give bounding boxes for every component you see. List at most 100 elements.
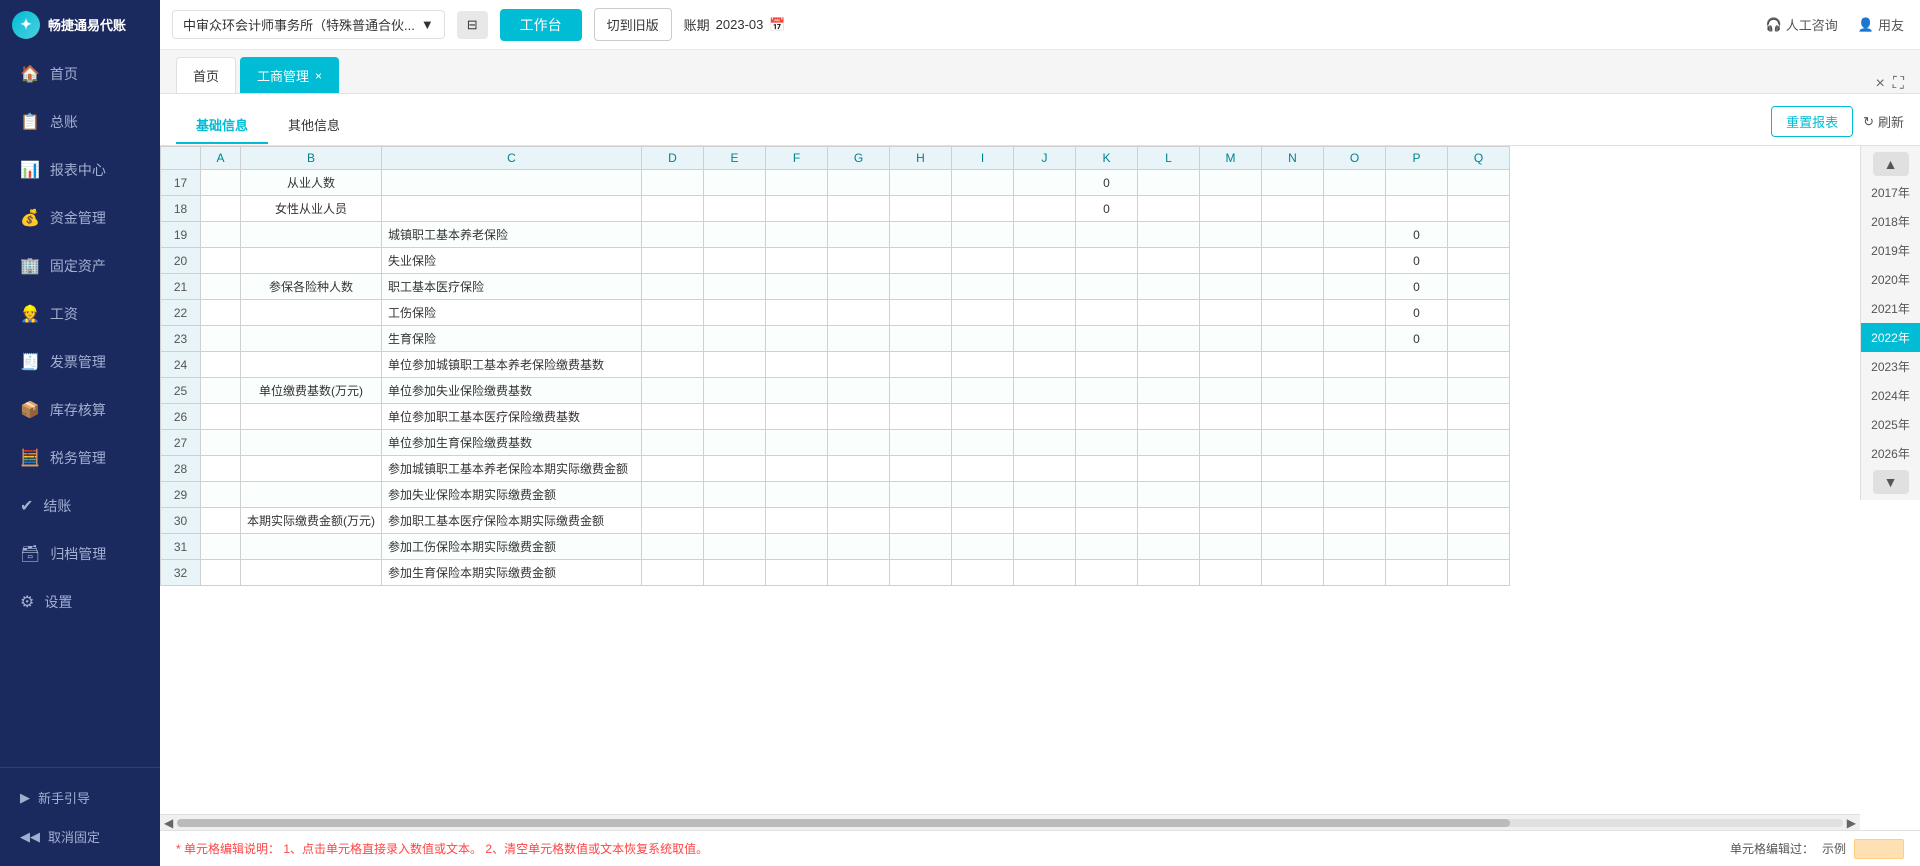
cell-27-k[interactable] (1076, 430, 1138, 456)
sidebar-item-tax[interactable]: 🧮 税务管理 (0, 434, 160, 482)
cell-29-b[interactable] (241, 482, 382, 508)
cell-24-m[interactable] (1200, 352, 1262, 378)
cell-31-e[interactable] (704, 534, 766, 560)
cell-20-b[interactable] (241, 248, 382, 274)
cell-27-h[interactable] (890, 430, 952, 456)
cell-31-l[interactable] (1138, 534, 1200, 560)
tab-home[interactable]: 首页 (176, 57, 236, 93)
cell-32-j[interactable] (1014, 560, 1076, 586)
cell-19-c[interactable]: 城镇职工基本养老保险 (382, 222, 642, 248)
cell-32-f[interactable] (766, 560, 828, 586)
year-item-2023[interactable]: 2023年 (1861, 352, 1920, 381)
sidebar-item-home[interactable]: 🏠 首页 (0, 50, 160, 98)
cell-22-d[interactable] (642, 300, 704, 326)
cell-26-f[interactable] (766, 404, 828, 430)
cell-21-e[interactable] (704, 274, 766, 300)
cell-30-b[interactable]: 本期实际缴费金额(万元) (241, 508, 382, 534)
cell-23-m[interactable] (1200, 326, 1262, 352)
cell-18-h[interactable] (890, 196, 952, 222)
cell-20-g[interactable] (828, 248, 890, 274)
cell-18-l[interactable] (1138, 196, 1200, 222)
cell-23-c[interactable]: 生育保险 (382, 326, 642, 352)
cell-23-b[interactable] (241, 326, 382, 352)
cell-32-n[interactable] (1262, 560, 1324, 586)
cell-19-b[interactable] (241, 222, 382, 248)
cell-22-b[interactable] (241, 300, 382, 326)
cell-27-d[interactable] (642, 430, 704, 456)
year-nav-up[interactable]: ▲ (1873, 152, 1909, 176)
cell-29-c[interactable]: 参加失业保险本期实际缴费金额 (382, 482, 642, 508)
new-guide-item[interactable]: ▶ 新手引导 (0, 778, 160, 817)
cell-31-q[interactable] (1448, 534, 1510, 560)
cell-21-f[interactable] (766, 274, 828, 300)
cell-18-f[interactable] (766, 196, 828, 222)
cell-19-g[interactable] (828, 222, 890, 248)
cell-25-q[interactable] (1448, 378, 1510, 404)
cell-19-a[interactable] (201, 222, 241, 248)
cell-23-e[interactable] (704, 326, 766, 352)
cell-30-a[interactable] (201, 508, 241, 534)
sub-tab-other[interactable]: 其他信息 (268, 107, 360, 144)
cell-31-b[interactable] (241, 534, 382, 560)
cell-17-i[interactable] (952, 170, 1014, 196)
cell-28-e[interactable] (704, 456, 766, 482)
cell-26-j[interactable] (1014, 404, 1076, 430)
cell-29-f[interactable] (766, 482, 828, 508)
cell-25-b[interactable]: 单位缴费基数(万元) (241, 378, 382, 404)
cell-26-d[interactable] (642, 404, 704, 430)
cell-19-n[interactable] (1262, 222, 1324, 248)
cell-27-f[interactable] (766, 430, 828, 456)
cell-20-m[interactable] (1200, 248, 1262, 274)
reset-report-button[interactable]: 重置报表 (1771, 106, 1853, 137)
cell-30-n[interactable] (1262, 508, 1324, 534)
sidebar-item-invoice[interactable]: 🧾 发票管理 (0, 338, 160, 386)
cell-30-l[interactable] (1138, 508, 1200, 534)
cell-29-h[interactable] (890, 482, 952, 508)
cell-17-g[interactable] (828, 170, 890, 196)
cell-30-d[interactable] (642, 508, 704, 534)
cell-18-o[interactable] (1324, 196, 1386, 222)
cell-18-b[interactable]: 女性从业人员 (241, 196, 382, 222)
cell-27-p[interactable] (1386, 430, 1448, 456)
cell-25-d[interactable] (642, 378, 704, 404)
cell-20-a[interactable] (201, 248, 241, 274)
old-version-button[interactable]: 切到旧版 (594, 8, 672, 41)
cell-21-h[interactable] (890, 274, 952, 300)
cell-17-m[interactable] (1200, 170, 1262, 196)
cell-27-a[interactable] (201, 430, 241, 456)
cell-25-f[interactable] (766, 378, 828, 404)
cell-26-q[interactable] (1448, 404, 1510, 430)
cell-24-e[interactable] (704, 352, 766, 378)
year-item-2018[interactable]: 2018年 (1861, 207, 1920, 236)
cell-17-d[interactable] (642, 170, 704, 196)
cell-23-a[interactable] (201, 326, 241, 352)
cell-28-i[interactable] (952, 456, 1014, 482)
cell-22-j[interactable] (1014, 300, 1076, 326)
cell-26-k[interactable] (1076, 404, 1138, 430)
cell-24-a[interactable] (201, 352, 241, 378)
cell-29-q[interactable] (1448, 482, 1510, 508)
cell-29-a[interactable] (201, 482, 241, 508)
cell-32-q[interactable] (1448, 560, 1510, 586)
year-item-2026[interactable]: 2026年 (1861, 439, 1920, 468)
cell-18-n[interactable] (1262, 196, 1324, 222)
cell-20-o[interactable] (1324, 248, 1386, 274)
cell-23-j[interactable] (1014, 326, 1076, 352)
cell-18-c[interactable] (382, 196, 642, 222)
cell-17-j[interactable] (1014, 170, 1076, 196)
cell-22-p[interactable]: 0 (1386, 300, 1448, 326)
cell-18-k[interactable]: 0 (1076, 196, 1138, 222)
cell-28-m[interactable] (1200, 456, 1262, 482)
cell-24-n[interactable] (1262, 352, 1324, 378)
tab-commerce[interactable]: 工商管理 × (240, 57, 339, 93)
cell-27-j[interactable] (1014, 430, 1076, 456)
cell-27-l[interactable] (1138, 430, 1200, 456)
cell-19-m[interactable] (1200, 222, 1262, 248)
cell-21-q[interactable] (1448, 274, 1510, 300)
cell-28-p[interactable] (1386, 456, 1448, 482)
year-item-2021[interactable]: 2021年 (1861, 294, 1920, 323)
cell-24-c[interactable]: 单位参加城镇职工基本养老保险缴费基数 (382, 352, 642, 378)
cell-19-h[interactable] (890, 222, 952, 248)
cell-23-i[interactable] (952, 326, 1014, 352)
workbench-button[interactable]: 工作台 (500, 9, 582, 41)
